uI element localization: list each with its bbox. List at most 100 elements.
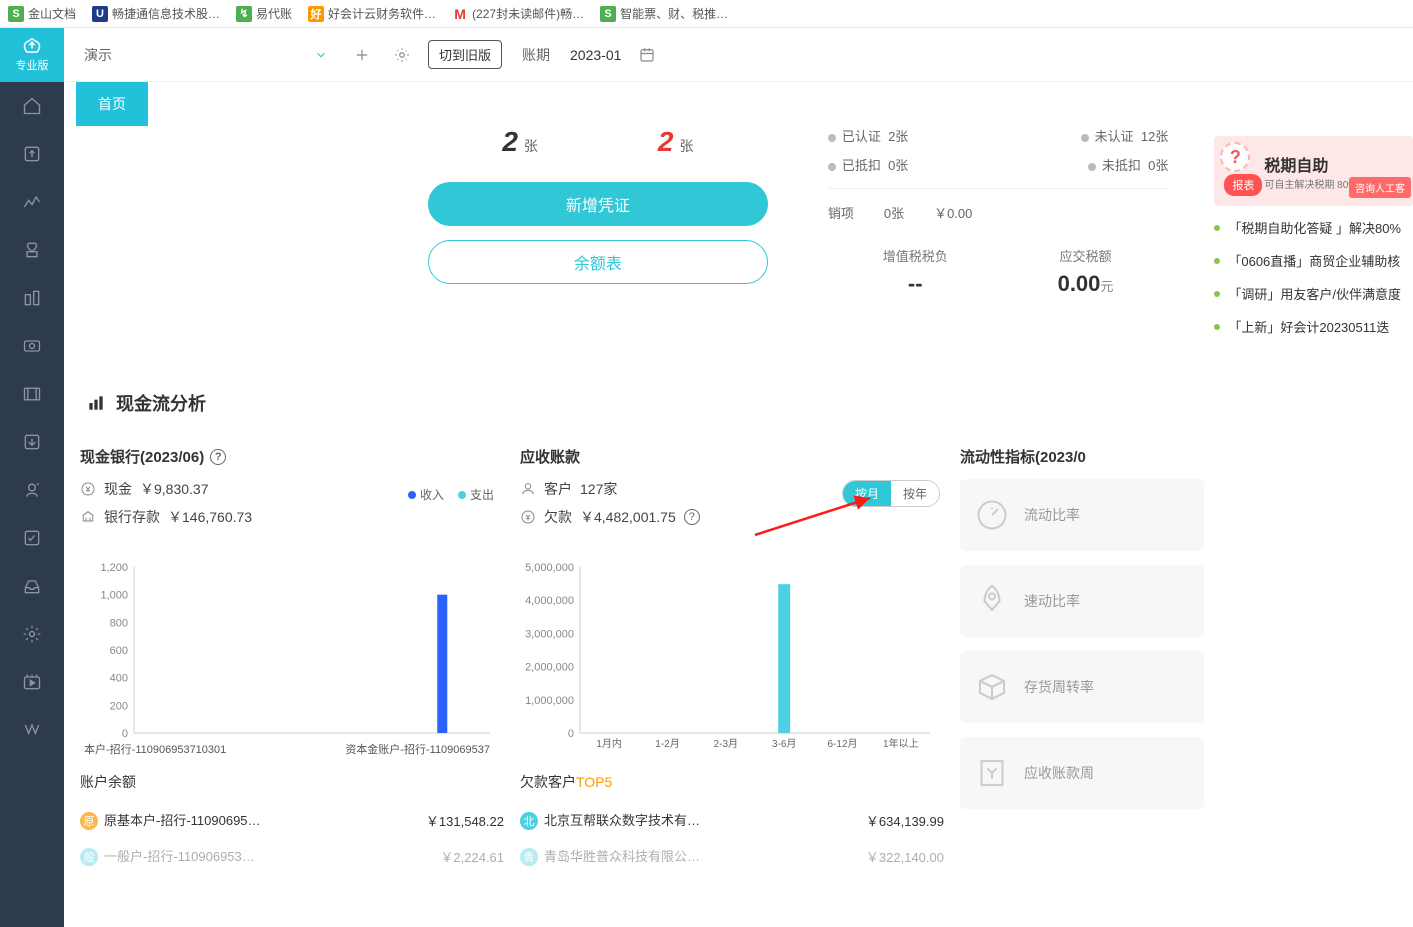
svg-text:1年以上: 1年以上	[883, 737, 919, 750]
tax-card: 已认证 2张 未认证 12张 已抵扣 0张 未抵扣 0张 销项 0张 ￥0.00	[808, 126, 1189, 360]
bookmark-item[interactable]: U畅捷通信息技术股…	[92, 5, 220, 22]
sidebar-item-funds[interactable]	[0, 226, 64, 274]
customer-item[interactable]: 青青岛华胜普众科技有限公… ￥322,140.00	[520, 838, 944, 874]
new-voucher-button[interactable]: 新增凭证	[428, 182, 768, 226]
liquidity-card: 流动性指标(2023/0 流动比率 速动比率 存货周转率	[960, 430, 1220, 890]
toggle-year[interactable]: 按年	[891, 481, 939, 506]
news-item[interactable]: 「上新」好会计20230511迭	[1214, 317, 1413, 336]
svg-text:1,000,000: 1,000,000	[525, 695, 574, 707]
switch-old-version-button[interactable]: 切到旧版	[428, 40, 502, 69]
account-item[interactable]: 般一般户-招行-110906953… ￥2,224.61	[80, 838, 504, 874]
promo-badge: 报表	[1224, 174, 1262, 196]
calendar-button[interactable]	[633, 41, 661, 69]
svg-text:1,000: 1,000	[100, 590, 128, 602]
period-label: 账期	[522, 45, 550, 65]
liq-quick-ratio[interactable]: 速动比率	[960, 565, 1204, 637]
browser-bookmarks-bar: S金山文档 U畅捷通信息技术股… ↯易代账 好好会计云财务软件… M(227封未…	[0, 0, 1413, 28]
bookmark-item[interactable]: S智能票、财、税推…	[600, 5, 728, 22]
box-icon	[974, 669, 1010, 705]
gauge-icon	[974, 497, 1010, 533]
cash-bank-card: 现金银行(2023/06) ? 现金 ￥9,830.37 银行存款 ￥146,7…	[80, 430, 520, 890]
svg-text:0: 0	[122, 728, 128, 740]
liq-inventory-turnover[interactable]: 存货周转率	[960, 651, 1204, 723]
help-icon[interactable]: ?	[684, 509, 700, 525]
account-select[interactable]: 演示	[76, 37, 336, 73]
liq-current-ratio[interactable]: 流动比率	[960, 479, 1204, 551]
account-name: 演示	[84, 45, 112, 65]
tab-home[interactable]: 首页	[76, 82, 148, 126]
ar-aging-chart: 0 1,000,000 2,000,000 3,000,000 4,000,000 5,0…	[520, 557, 940, 757]
add-button[interactable]	[348, 41, 376, 69]
svg-text:0: 0	[568, 728, 574, 740]
sidebar-logo-label: 专业版	[16, 57, 49, 73]
bar-chart-icon	[86, 393, 106, 413]
sidebar-logo[interactable]: 专业版	[0, 28, 64, 82]
svg-text:5,000,000: 5,000,000	[525, 562, 574, 574]
receipt-icon	[974, 755, 1010, 791]
chevron-down-icon	[314, 48, 328, 62]
settings-button[interactable]	[388, 41, 416, 69]
content-area: 2 张 2 张 新增凭证 余额表 已认证 2张	[64, 126, 1413, 927]
svg-text:400: 400	[110, 673, 128, 685]
period-value: 2023-01	[570, 47, 621, 63]
news-promo-banner[interactable]: ? 税期自助 可自主解决税期 80% 报表 咨询人工客	[1214, 136, 1413, 206]
bookmark-item[interactable]: M(227封未读邮件)畅…	[452, 5, 584, 22]
svg-text:800: 800	[110, 617, 128, 629]
news-item[interactable]: 「0606直播」商贸企业辅助核	[1214, 251, 1413, 270]
sidebar-item-archive[interactable]	[0, 418, 64, 466]
sidebar-item-salary[interactable]	[0, 322, 64, 370]
svg-text:2,000,000: 2,000,000	[525, 662, 574, 674]
debt-amount: 欠款 ￥4,482,001.75 ?	[520, 507, 944, 527]
period-toggle: 按月 按年	[842, 480, 940, 507]
sidebar-item-asset[interactable]	[0, 274, 64, 322]
svg-text:2-3月: 2-3月	[714, 738, 738, 750]
bank-stat: 银行存款 ￥146,760.73	[80, 507, 504, 527]
voucher-count-pending: 2 张	[658, 126, 694, 158]
svg-text:资本金账户-招行-1109069537: 资本金账户-招行-1109069537	[345, 742, 490, 756]
svg-text:4,000,000: 4,000,000	[525, 595, 574, 607]
sidebar-item-settings[interactable]	[0, 610, 64, 658]
svg-text:3,000,000: 3,000,000	[525, 628, 574, 640]
promo-consult-button[interactable]: 咨询人工客	[1349, 177, 1411, 198]
voucher-count-all: 2 张	[502, 126, 538, 158]
balance-sheet-button[interactable]: 余额表	[428, 240, 768, 284]
svg-text:200: 200	[110, 700, 128, 712]
svg-text:6-12月: 6-12月	[827, 738, 857, 750]
sidebar-item-check[interactable]	[0, 514, 64, 562]
tax-payable: 应交税额 0.00元	[1058, 246, 1114, 297]
tabs-row: 首页	[64, 82, 1413, 126]
sidebar-item-home[interactable]	[0, 82, 64, 130]
bookmark-item[interactable]: ↯易代账	[236, 5, 292, 22]
sidebar: 专业版	[0, 28, 64, 927]
bookmark-item[interactable]: 好好会计云财务软件…	[308, 5, 436, 22]
top5-title: 欠款客户TOP5	[520, 772, 944, 792]
sidebar-item-inbox[interactable]	[0, 562, 64, 610]
liq-ar-turnover[interactable]: 应收账款周	[960, 737, 1204, 809]
news-list: 「税期自助化答疑 」解决80% 「0606直播」商贸企业辅助核 「调研」用友客户…	[1214, 218, 1413, 336]
account-item[interactable]: 原原基本户-招行-11090695… ￥131,548.22	[80, 802, 504, 838]
sidebar-item-report[interactable]	[0, 178, 64, 226]
user-icon	[520, 481, 536, 497]
help-icon[interactable]: ?	[210, 449, 226, 465]
sidebar-item-tax[interactable]	[0, 466, 64, 514]
news-item[interactable]: 「调研」用友客户/伙伴满意度	[1214, 284, 1413, 303]
chart-legend: 收入 支出	[408, 486, 494, 503]
ar-card: 应收账款 客户 127家 欠款 ￥4,482,001.75 ? 按月	[520, 430, 960, 890]
svg-text:1月内: 1月内	[596, 737, 622, 750]
sidebar-item-vip[interactable]	[0, 706, 64, 754]
news-item[interactable]: 「税期自助化答疑 」解决80%	[1214, 218, 1413, 237]
sidebar-item-video[interactable]	[0, 658, 64, 706]
rocket-icon	[974, 583, 1010, 619]
sidebar-item-invoice[interactable]	[0, 370, 64, 418]
svg-text:600: 600	[110, 645, 128, 657]
svg-text:1-2月: 1-2月	[655, 738, 679, 750]
sidebar-item-voucher[interactable]	[0, 130, 64, 178]
toggle-month[interactable]: 按月	[843, 481, 891, 506]
cash-icon	[80, 481, 96, 497]
voucher-card: 2 张 2 张 新增凭证 余额表	[404, 126, 792, 360]
svg-text:1,200: 1,200	[100, 562, 128, 574]
vat-burden: 增值税税负 --	[883, 246, 948, 297]
bookmark-item[interactable]: S金山文档	[8, 5, 76, 22]
customer-item[interactable]: 北北京互帮联众数字技术有… ￥634,139.99	[520, 802, 944, 838]
svg-text:本户-招行-110906953710301: 本户-招行-110906953710301	[84, 742, 226, 756]
